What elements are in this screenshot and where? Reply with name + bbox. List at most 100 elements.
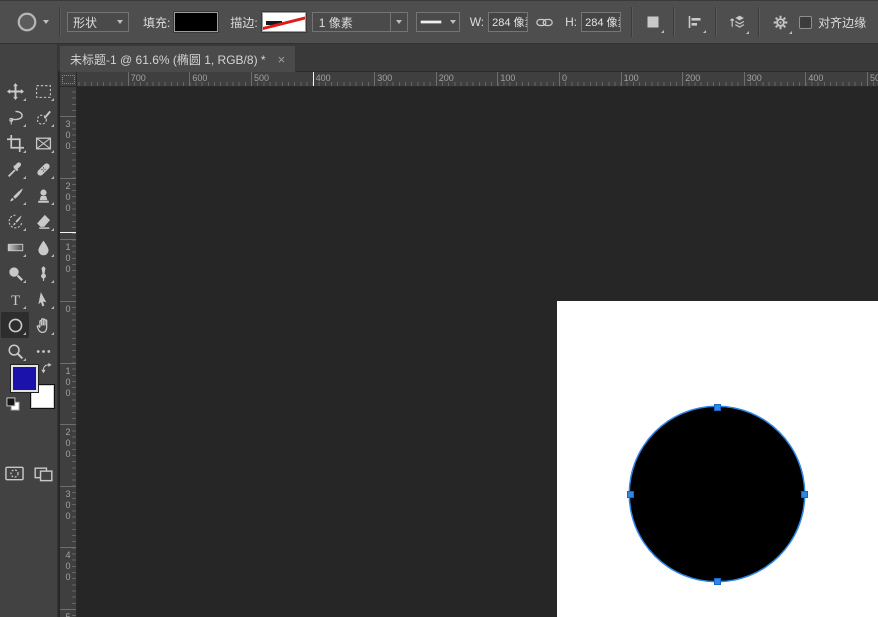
blur-tool[interactable] [29, 234, 57, 260]
zoom-tool[interactable] [1, 338, 29, 364]
lasso-tool[interactable] [1, 104, 29, 130]
pen-tool[interactable] [29, 260, 57, 286]
stroke-width-value: 1 像素 [318, 15, 353, 30]
default-colors-icon[interactable] [6, 397, 21, 417]
options-bar: 形状 填充: 描边: 1 像素 W: 284 像素 H: 284 像素 [0, 0, 878, 44]
path-selection-tool[interactable] [29, 286, 57, 312]
crop-tool[interactable] [1, 130, 29, 156]
type-tool[interactable]: T [1, 286, 29, 312]
lasso-icon [7, 109, 24, 126]
flyout-indicator [23, 98, 26, 101]
ruler-major-tick [435, 72, 437, 86]
ruler-major-tick [189, 72, 191, 86]
stroke-type-chevron[interactable] [447, 13, 459, 31]
ruler-major-tick [867, 72, 868, 86]
photoshop-window: 形状 填充: 描边: 1 像素 W: 284 像素 H: 284 像素 [0, 0, 878, 617]
ruler-label: 200 [63, 180, 73, 214]
ruler-label: 300 [377, 73, 393, 83]
hand-tool[interactable] [29, 312, 57, 338]
ruler-major-tick [60, 239, 76, 241]
swap-colors-icon[interactable] [41, 362, 54, 380]
quick-selection-tool[interactable] [29, 104, 57, 130]
clone-stamp-tool[interactable] [29, 182, 57, 208]
dodge-icon [7, 265, 24, 282]
ruler-label: 100 [63, 242, 73, 276]
flyout-indicator [23, 150, 26, 153]
eraser-tool[interactable] [29, 208, 57, 234]
ruler-label: 100 [500, 73, 516, 83]
close-tab-icon[interactable]: × [278, 53, 286, 66]
width-input[interactable]: 284 像素 [488, 12, 529, 32]
frame-tool[interactable] [29, 130, 57, 156]
edit-toolbar[interactable] [29, 338, 57, 364]
vertical-ruler[interactable]: 300 200 100 0 100 200 300 400 500 [60, 87, 77, 617]
move-tool[interactable] [1, 78, 29, 104]
eyedropper-tool[interactable] [1, 156, 29, 182]
path-align-button[interactable] [685, 12, 707, 33]
tool-mode-select[interactable]: 形状 [67, 12, 129, 32]
canvas-area[interactable] [77, 87, 878, 617]
flyout-indicator [51, 176, 54, 179]
ruler-label: 200 [438, 73, 454, 83]
document-canvas[interactable] [557, 301, 878, 617]
height-input[interactable]: 284 像素 [581, 12, 622, 32]
ellipse-tool[interactable] [1, 312, 29, 338]
ellipse-icon [7, 317, 24, 334]
stroke-type-dropdown[interactable] [415, 12, 460, 32]
tool-preset-picker[interactable] [12, 9, 53, 35]
fill-swatch[interactable] [173, 11, 220, 33]
height-value: 284 像素 [585, 17, 620, 29]
eraser-icon [35, 213, 52, 230]
quick-mask-button[interactable] [5, 464, 24, 483]
rectangular-marquee-tool[interactable] [29, 78, 57, 104]
ruler-label: 0 [63, 304, 73, 315]
gear-icon [772, 14, 789, 31]
ruler-label: 100 [623, 73, 639, 83]
spot-healing-brush-tool[interactable] [29, 156, 57, 182]
width-label: W: [469, 15, 485, 29]
brush-tool[interactable] [1, 182, 29, 208]
path-arrange-button[interactable] [727, 12, 750, 34]
stroke-width-combo[interactable]: 1 像素 [311, 12, 408, 32]
link-icon[interactable] [536, 14, 553, 31]
transform-handle-bottom[interactable] [713, 577, 721, 585]
dodge-tool[interactable] [1, 260, 29, 286]
stroke-swatch[interactable] [260, 11, 307, 33]
transform-handle-top[interactable] [713, 403, 721, 411]
ruler-major-tick [559, 72, 560, 86]
ruler-label: 100 [63, 365, 73, 399]
document-tab[interactable]: 未标题-1 @ 61.6% (椭圆 1, RGB/8) * × [60, 46, 296, 72]
zoom-icon [7, 343, 24, 360]
ruler-label: 400 [808, 73, 824, 83]
document-tab-title: 未标题-1 @ 61.6% (椭圆 1, RGB/8) * [70, 52, 266, 67]
stroke-width-dropdown[interactable] [389, 13, 407, 31]
screen-mode-button[interactable] [34, 464, 53, 483]
type-icon: T [7, 291, 24, 307]
healing-brush-icon [35, 161, 52, 178]
transform-handle-left[interactable] [626, 490, 634, 498]
flyout-indicator [51, 280, 54, 283]
more-icon [35, 343, 52, 360]
shape-settings-button[interactable] [770, 12, 793, 34]
ruler-major-tick [60, 609, 76, 610]
color-widget [0, 362, 58, 457]
separator [59, 7, 61, 37]
ruler-origin-corner[interactable] [60, 72, 77, 87]
separator [715, 7, 718, 37]
ruler-label: 200 [63, 427, 73, 461]
transform-handle-right[interactable] [800, 490, 808, 498]
tab-strip: 未标题-1 @ 61.6% (椭圆 1, RGB/8) * × [58, 44, 878, 72]
blur-icon [35, 239, 52, 256]
align-edges-checkbox[interactable] [799, 15, 813, 29]
foreground-color-swatch[interactable] [11, 365, 38, 392]
path-operations-button[interactable] [643, 12, 665, 33]
horizontal-ruler[interactable]: 700 600 500 400 300 200 100 0 100 200 300 400 500 [77, 72, 878, 87]
ellipse-preset-icon [16, 11, 38, 33]
clone-stamp-icon [35, 187, 52, 204]
history-brush-tool[interactable] [1, 208, 29, 234]
ellipse-shape[interactable] [630, 407, 804, 581]
gradient-tool[interactable] [1, 234, 29, 260]
fill-label: 填充: [143, 15, 171, 30]
stroke-label: 描边: [230, 15, 258, 30]
line-style-icon [417, 13, 447, 31]
